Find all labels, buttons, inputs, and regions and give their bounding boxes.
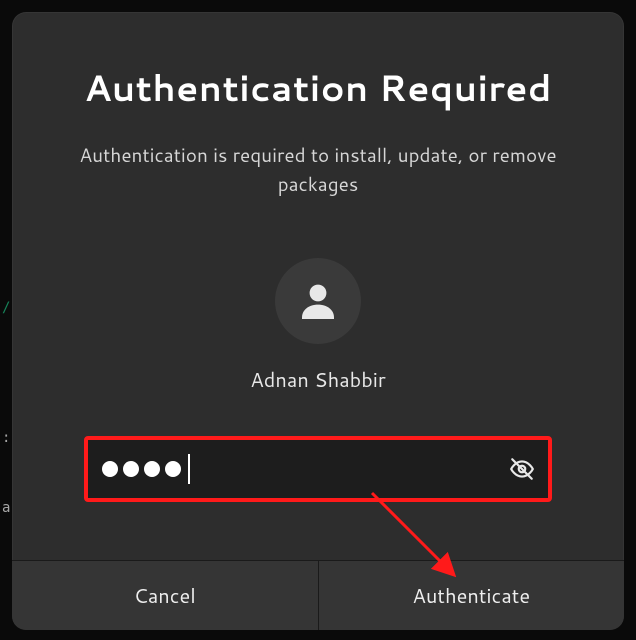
dialog-subtitle: Authentication is required to install, u… [78,141,558,200]
password-input[interactable] [98,440,504,498]
password-dot [144,461,160,477]
eye-off-icon [509,456,535,482]
authenticate-button[interactable]: Authenticate [319,561,625,630]
password-dot [102,461,118,477]
auth-dialog: Authentication Required Authentication i… [12,12,624,630]
dialog-title: Authentication Required [84,62,552,113]
password-dot [165,461,181,477]
user-avatar [275,258,361,344]
toggle-password-visibility[interactable] [504,451,540,487]
text-cursor [188,454,190,484]
dialog-body: Authentication Required Authentication i… [12,12,624,560]
username-label: Adnan Shabbir [250,366,385,394]
person-icon [294,277,342,325]
password-dot [123,461,139,477]
cancel-button[interactable]: Cancel [12,561,319,630]
password-row [84,436,552,502]
dialog-button-row: Cancel Authenticate [12,560,624,630]
